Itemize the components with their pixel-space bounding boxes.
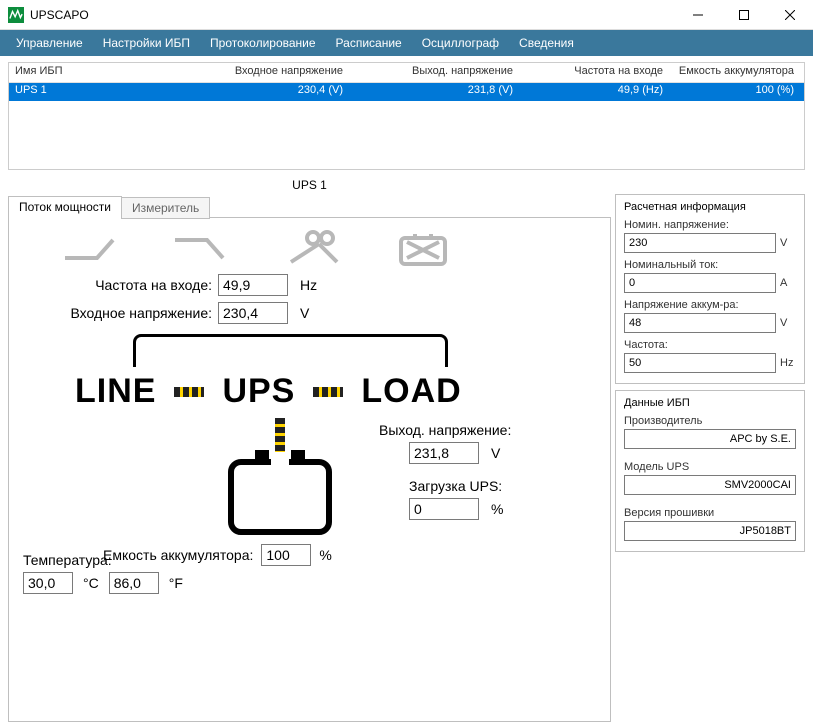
- nom-i-label: Номинальный ток:: [624, 259, 796, 271]
- tab-body-flow: Частота на входе: 49,9 Hz Входное напряж…: [8, 217, 611, 722]
- input-normal-icon: [63, 228, 123, 268]
- vout-unit: V: [491, 445, 500, 461]
- app-title: UPSCAPO: [30, 8, 89, 22]
- freq-in-unit: Hz: [300, 277, 317, 293]
- flow-arrow-icon: [313, 387, 343, 397]
- vin-value: 230,4: [218, 302, 288, 324]
- tab-meter[interactable]: Измеритель: [121, 197, 210, 219]
- batt-cap-value: 100: [261, 544, 311, 566]
- menu-schedule[interactable]: Расписание: [326, 30, 412, 56]
- nom-i-value: 0: [624, 273, 776, 293]
- temp-f-unit: °F: [169, 575, 183, 591]
- menu-management[interactable]: Управление: [6, 30, 93, 56]
- tabs: Поток мощности Измеритель: [8, 196, 611, 218]
- battery-icon: [225, 448, 335, 538]
- app-icon: [8, 7, 24, 23]
- batt-v-unit: V: [780, 317, 796, 329]
- load-label: Загрузка UPS:: [379, 478, 511, 494]
- panel-calc-info: Расчетная информация Номин. напряжение: …: [615, 194, 805, 384]
- panel-calc-title: Расчетная информация: [624, 201, 796, 213]
- batt-v-value: 48: [624, 313, 776, 333]
- col-batt[interactable]: Емкость аккумулятора: [669, 63, 804, 82]
- titlebar: UPSCAPO: [0, 0, 813, 30]
- flow-arrow-down-icon: [275, 418, 285, 452]
- panel-ups-data: Данные ИБП Производитель APC by S.E. Мод…: [615, 390, 805, 552]
- input-drop-icon: [173, 228, 233, 268]
- status-icons: [23, 228, 596, 268]
- freq-value: 50: [624, 353, 776, 373]
- load-unit: %: [491, 501, 503, 517]
- col-vout[interactable]: Выход. напряжение: [349, 63, 519, 82]
- nom-v-value: 230: [624, 233, 776, 253]
- batt-cap-unit: %: [319, 547, 331, 563]
- flow-node-load: LOAD: [361, 372, 461, 411]
- vout-label: Выход. напряжение:: [379, 422, 511, 438]
- fw-label: Версия прошивки: [624, 507, 796, 519]
- battery-fault-icon: [393, 228, 453, 268]
- fw-value: JP5018BT: [624, 521, 796, 541]
- flow-node-ups: UPS: [222, 372, 295, 411]
- ups-list: Имя ИБП Входное напряжение Выход. напряж…: [8, 62, 805, 170]
- flow-arrow-icon: [174, 387, 204, 397]
- ups-list-header: Имя ИБП Входное напряжение Выход. напряж…: [9, 63, 804, 83]
- freq-in-label: Частота на входе:: [23, 277, 218, 293]
- flow-diagram: LINE UPS LOAD Выход. напряжение: [23, 334, 596, 574]
- nom-v-unit: V: [780, 237, 796, 249]
- batt-v-label: Напряжение аккум-ра:: [624, 299, 796, 311]
- load-value: 0: [409, 498, 479, 520]
- vin-label: Входное напряжение:: [23, 305, 218, 321]
- freq-label: Частота:: [624, 339, 796, 351]
- temp-f-value: 86,0: [109, 572, 159, 594]
- col-name[interactable]: Имя ИБП: [9, 63, 179, 82]
- freq-in-value: 49,9: [218, 274, 288, 296]
- model-label: Модель UPS: [624, 461, 796, 473]
- col-freq[interactable]: Частота на входе: [519, 63, 669, 82]
- vin-unit: V: [300, 305, 309, 321]
- cell-freq: 49,9 (Hz): [519, 83, 669, 101]
- menubar: Управление Настройки ИБП Протоколировани…: [0, 30, 813, 56]
- menu-about[interactable]: Сведения: [509, 30, 584, 56]
- tab-flow[interactable]: Поток мощности: [8, 196, 122, 218]
- cell-vout: 231,8 (V): [349, 83, 519, 101]
- cell-batt: 100 (%): [669, 83, 804, 101]
- flow-node-line: LINE: [75, 372, 156, 411]
- menu-logging[interactable]: Протоколирование: [200, 30, 326, 56]
- batt-cap-label: Емкость аккумулятора:: [103, 547, 253, 563]
- col-vin[interactable]: Входное напряжение: [179, 63, 349, 82]
- mfr-value: APC by S.E.: [624, 429, 796, 449]
- nom-i-unit: A: [780, 277, 796, 289]
- overload-icon: [283, 228, 343, 268]
- freq-unit: Hz: [780, 357, 796, 369]
- close-button[interactable]: [767, 0, 813, 30]
- cell-name: UPS 1: [9, 83, 179, 101]
- maximize-button[interactable]: [721, 0, 767, 30]
- temp-c-unit: °C: [83, 575, 99, 591]
- cell-vin: 230,4 (V): [179, 83, 349, 101]
- vout-value: 231,8: [409, 442, 479, 464]
- mfr-label: Производитель: [624, 415, 796, 427]
- nom-v-label: Номин. напряжение:: [624, 219, 796, 231]
- menu-oscilloscope[interactable]: Осциллограф: [412, 30, 509, 56]
- model-value: SMV2000CAI: [624, 475, 796, 495]
- menu-ups-settings[interactable]: Настройки ИБП: [93, 30, 200, 56]
- minimize-button[interactable]: [675, 0, 721, 30]
- panel-ups-data-title: Данные ИБП: [624, 397, 796, 409]
- ups-list-row[interactable]: UPS 1 230,4 (V) 231,8 (V) 49,9 (Hz) 100 …: [9, 83, 804, 101]
- bypass-bracket-icon: [133, 334, 448, 367]
- section-title: UPS 1: [8, 178, 611, 192]
- temp-c-value: 30,0: [23, 572, 73, 594]
